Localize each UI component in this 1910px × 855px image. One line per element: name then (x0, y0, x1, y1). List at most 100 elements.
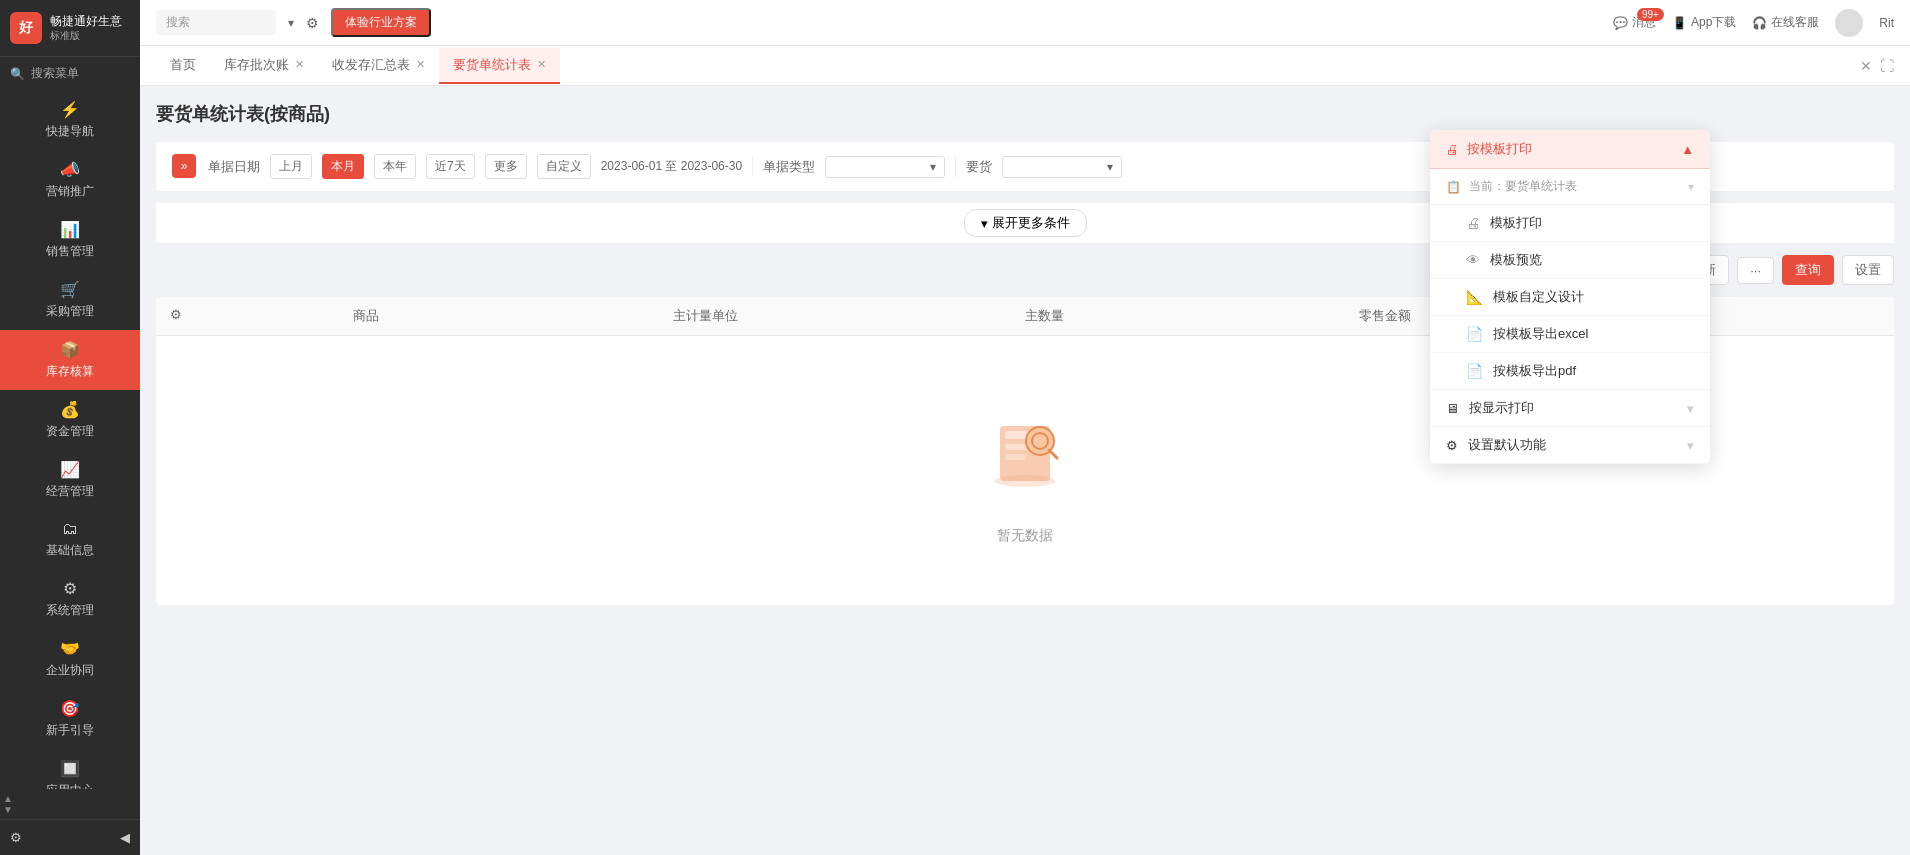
print-dropdown-title: 按模板打印 (1467, 140, 1532, 158)
expand-label: 展开更多条件 (992, 214, 1070, 232)
sidebar-item-apps[interactable]: 🔲 应用中心 (0, 749, 140, 789)
sales-icon: 📊 (60, 220, 80, 239)
sidebar-item-inventory[interactable]: 📦 库存核算 (0, 330, 140, 390)
collab-icon: 🤝 (60, 639, 80, 658)
sidebar-item-label: 经营管理 (46, 483, 94, 500)
more-icon: ··· (1750, 263, 1761, 278)
sidebar-item-sales[interactable]: 📊 销售管理 (0, 210, 140, 270)
maximize-window-icon[interactable]: ⛶ (1880, 58, 1894, 74)
query-button[interactable]: 查询 (1782, 255, 1834, 285)
marketing-icon: 📣 (60, 160, 80, 179)
tab-inventory-batch[interactable]: 库存批次账 ✕ (210, 48, 318, 84)
print-dropdown-chevron-icon[interactable]: ▲ (1681, 142, 1694, 157)
template-print-item[interactable]: 🖨 模板打印 (1430, 205, 1710, 242)
username: Rit (1879, 16, 1894, 30)
date-current-month-btn[interactable]: 本月 (322, 154, 364, 179)
inventory-icon: 📦 (60, 340, 80, 359)
settings-label: 设置 (1855, 261, 1881, 279)
sidebar-item-label: 新手引导 (46, 722, 94, 739)
default-func-label: 设置默认功能 (1468, 436, 1546, 454)
operation-icon: 📈 (60, 460, 80, 479)
date-more-btn[interactable]: 更多 (485, 154, 527, 179)
template-pdf-icon: 📄 (1466, 363, 1483, 379)
col-unit: 主计量单位 (536, 297, 876, 335)
filter-expand-button[interactable]: » (172, 154, 196, 178)
sidebar-item-label: 销售管理 (46, 243, 94, 260)
app-download-label: App下载 (1691, 14, 1736, 31)
avatar[interactable] (1835, 9, 1863, 37)
download-icon: 📱 (1672, 16, 1687, 30)
scroll-down-arrow[interactable]: ▼ (3, 804, 13, 815)
date-last-7days-btn[interactable]: 近7天 (426, 154, 475, 179)
template-design-item[interactable]: 📐 模板自定义设计 (1430, 279, 1710, 316)
close-receipt-summary-icon[interactable]: ✕ (416, 58, 425, 71)
goods-select[interactable]: ▾ (1002, 156, 1122, 178)
sidebar-item-collab[interactable]: 🤝 企业协同 (0, 629, 140, 689)
settings-col-icon[interactable]: ⚙ (170, 307, 182, 322)
tab-receipt-summary[interactable]: 收发存汇总表 ✕ (318, 48, 439, 84)
query-label: 查询 (1795, 261, 1821, 279)
purchase-icon: 🛒 (60, 280, 80, 299)
template-preview-item[interactable]: 👁 模板预览 (1430, 242, 1710, 279)
online-service-btn[interactable]: 🎧 在线客服 (1752, 14, 1819, 31)
sidebar-item-label: 快捷导航 (46, 123, 94, 140)
sidebar-item-operation[interactable]: 📈 经营管理 (0, 450, 140, 510)
trial-button[interactable]: 体验行业方案 (331, 8, 431, 37)
notification-btn[interactable]: 💬 消息 99+ (1613, 14, 1656, 31)
template-preview-label: 模板预览 (1490, 251, 1542, 269)
system-icon: ⚙ (63, 579, 77, 598)
print-dropdown-menu: 🖨 按模板打印 ▲ 📋 当前：要货单统计表 ▾ 🖨 模板打印 👁 模板预览 📐 … (1430, 130, 1710, 464)
bill-type-select[interactable]: ▾ (825, 156, 945, 178)
display-print-icon: 🖥 (1446, 401, 1459, 416)
close-inventory-batch-icon[interactable]: ✕ (295, 58, 304, 71)
date-custom-btn[interactable]: 自定义 (537, 154, 591, 179)
template-design-icon: 📐 (1466, 289, 1483, 305)
sidebar-item-purchase[interactable]: 🛒 采购管理 (0, 270, 140, 330)
default-func-item[interactable]: ⚙ 设置默认功能 ▾ (1430, 427, 1710, 464)
bill-type-label: 单据类型 (763, 158, 815, 176)
sidebar-item-marketing[interactable]: 📣 营销推广 (0, 150, 140, 210)
settings-icon[interactable]: ⚙ (10, 830, 22, 845)
date-current-year-btn[interactable]: 本年 (374, 154, 416, 179)
date-prev-month-btn[interactable]: 上月 (270, 154, 312, 179)
header-dropdown[interactable]: ▾ (288, 16, 294, 30)
sidebar-item-basic[interactable]: 🗂 基础信息 (0, 510, 140, 569)
template-pdf-item[interactable]: 📄 按模板导出pdf (1430, 353, 1710, 390)
sidebar-item-guide[interactable]: 🎯 新手引导 (0, 689, 140, 749)
template-excel-icon: 📄 (1466, 326, 1483, 342)
collapse-icon[interactable]: ◀ (120, 830, 130, 845)
expand-more-button[interactable]: ▾ 展开更多条件 (964, 209, 1087, 237)
template-excel-label: 按模板导出excel (1493, 325, 1588, 343)
app-download-btn[interactable]: 📱 App下载 (1672, 14, 1736, 31)
date-filter-label: 单据日期 (208, 158, 260, 176)
close-window-icon[interactable]: ✕ (1860, 58, 1872, 74)
settings-button[interactable]: 设置 (1842, 255, 1894, 285)
display-print-label: 按显示打印 (1469, 399, 1534, 417)
tabs-bar: 首页 库存批次账 ✕ 收发存汇总表 ✕ 要货单统计表 ✕ ✕ ⛶ (140, 46, 1910, 86)
tab-requisition-stats[interactable]: 要货单统计表 ✕ (439, 48, 560, 84)
display-print-item[interactable]: 🖥 按显示打印 ▾ (1430, 390, 1710, 427)
default-func-chevron: ▾ (1687, 438, 1694, 453)
sidebar-item-system[interactable]: ⚙ 系统管理 (0, 569, 140, 629)
current-label-chevron: ▾ (1688, 180, 1694, 194)
header-search-box[interactable]: 搜索 (156, 10, 276, 35)
header-gear-icon[interactable]: ⚙ (306, 15, 319, 31)
page-title: 要货单统计表(按商品) (156, 102, 1894, 126)
col-qty: 主数量 (875, 297, 1215, 335)
empty-text: 暂无数据 (997, 527, 1053, 545)
sidebar-item-quick-nav[interactable]: ⚡ 快捷导航 (0, 90, 140, 150)
more-options-button[interactable]: ··· (1737, 257, 1774, 284)
print-dropdown-header[interactable]: 🖨 按模板打印 ▲ (1430, 130, 1710, 169)
tab-home[interactable]: 首页 (156, 48, 210, 84)
date-range-display: 2023-06-01 至 2023-06-30 (601, 158, 742, 175)
sidebar-item-label: 营销推广 (46, 183, 94, 200)
sidebar-search[interactable]: 🔍 搜索菜单 (0, 57, 140, 90)
template-excel-item[interactable]: 📄 按模板导出excel (1430, 316, 1710, 353)
close-requisition-stats-icon[interactable]: ✕ (537, 58, 546, 71)
sidebar-item-finance[interactable]: 💰 资金管理 (0, 390, 140, 450)
sidebar-nav: ⚡ 快捷导航 📣 营销推广 📊 销售管理 🛒 采购管理 📦 库存核算 💰 资金管… (0, 90, 140, 789)
print-dropdown-header-icon: 🖨 (1446, 142, 1459, 157)
sidebar-scroll: ▲ ▼ (0, 789, 16, 819)
filter-divider-2 (955, 157, 956, 177)
scroll-up-arrow[interactable]: ▲ (3, 793, 13, 804)
